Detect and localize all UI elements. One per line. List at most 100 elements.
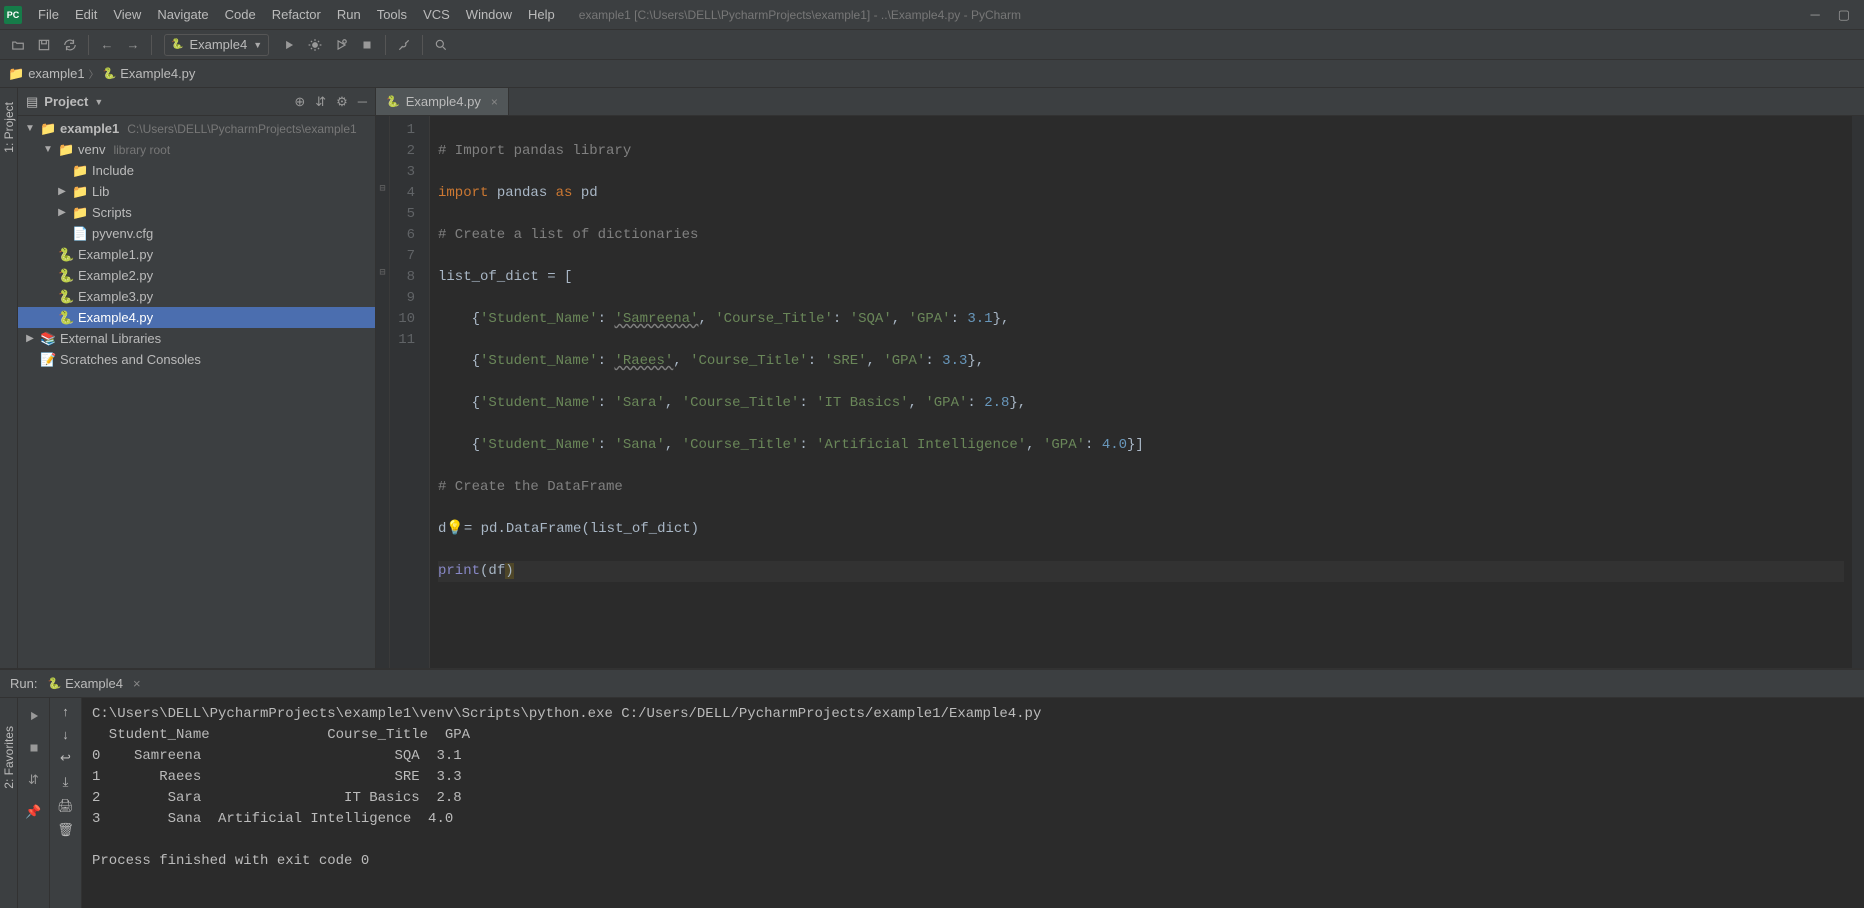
code-editor[interactable]: ⊟ ⊟ 1 2 3 4 5 6 7 8 9 10 11 # Import pan…: [376, 116, 1864, 668]
up-stack-button[interactable]: ↑: [62, 704, 69, 719]
main-area: 1: Project ▤ Project ▼ ⊕ ⇵ ⚙ ─ ▼ 📁 examp…: [0, 88, 1864, 668]
locate-button[interactable]: ⊕: [294, 94, 305, 110]
stop-button[interactable]: [22, 736, 46, 760]
hide-button[interactable]: ─: [358, 94, 367, 110]
stop-button[interactable]: [355, 33, 379, 57]
chevron-down-icon[interactable]: ▼: [94, 97, 103, 107]
menu-window[interactable]: Window: [458, 3, 520, 26]
python-icon: 🐍: [171, 39, 183, 50]
editor-column: 🐍 Example4.py × ⊟ ⊟ 1 2 3 4 5 6 7 8: [376, 88, 1864, 668]
editor-tabs: 🐍 Example4.py ×: [376, 88, 1864, 116]
fold-toggle-icon[interactable]: ⊟: [376, 179, 389, 200]
run-configuration-selector[interactable]: 🐍 Example4 ▼: [164, 34, 269, 56]
maximize-button[interactable]: ▢: [1838, 7, 1850, 23]
project-tree[interactable]: ▼ 📁 example1 C:\Users\DELL\PycharmProjec…: [18, 116, 375, 668]
settings-gear-icon[interactable]: ⚙: [336, 94, 348, 110]
project-panel-title: Project: [44, 94, 88, 109]
project-panel-header: ▤ Project ▼ ⊕ ⇵ ⚙ ─: [18, 88, 375, 116]
project-tool-tab[interactable]: 1: Project: [2, 94, 16, 161]
console-output[interactable]: C:\Users\DELL\PycharmProjects\example1\v…: [82, 698, 1864, 908]
line-number-gutter: 1 2 3 4 5 6 7 8 9 10 11: [390, 116, 430, 668]
python-file-icon: 🐍: [58, 268, 74, 284]
run-button[interactable]: [277, 33, 301, 57]
tree-include[interactable]: ▶ 📁 Include: [18, 160, 375, 181]
run-config-tab[interactable]: 🐍 Example4 ×: [47, 676, 140, 691]
run-panel: Run: 🐍 Example4 × 2: Favorites ⇵ 📌 ↑ ↓ ↩…: [0, 668, 1864, 908]
pin-button[interactable]: 📌: [22, 800, 46, 824]
soft-wrap-button[interactable]: ↩: [60, 750, 71, 766]
menu-help[interactable]: Help: [520, 3, 563, 26]
python-file-icon: 🐍: [386, 95, 400, 108]
file-icon: 📄: [72, 226, 88, 242]
save-all-button[interactable]: [32, 33, 56, 57]
tree-external-libraries[interactable]: ▶ 📚 External Libraries: [18, 328, 375, 349]
tree-example4[interactable]: ▶ 🐍 Example4.py: [18, 307, 375, 328]
intention-bulb-icon[interactable]: 💡: [446, 521, 463, 537]
library-icon: 📚: [40, 331, 56, 347]
menu-vcs[interactable]: VCS: [415, 3, 458, 26]
tree-root[interactable]: ▼ 📁 example1 C:\Users\DELL\PycharmProjec…: [18, 118, 375, 139]
close-tab-button[interactable]: ×: [491, 95, 498, 109]
menu-edit[interactable]: Edit: [67, 3, 105, 26]
search-everywhere-button[interactable]: [429, 33, 453, 57]
tree-example3[interactable]: ▶ 🐍 Example3.py: [18, 286, 375, 307]
folder-icon: 📁: [8, 66, 24, 82]
menu-refactor[interactable]: Refactor: [264, 3, 329, 26]
debug-button[interactable]: [303, 33, 327, 57]
tree-scripts[interactable]: ▶ 📁 Scripts: [18, 202, 375, 223]
scroll-to-end-button[interactable]: ⤓: [63, 774, 69, 790]
menu-view[interactable]: View: [105, 3, 149, 26]
folder-icon: 📁: [72, 163, 88, 179]
menu-tools[interactable]: Tools: [369, 3, 415, 26]
menu-run[interactable]: Run: [329, 3, 369, 26]
run-panel-header: Run: 🐍 Example4 ×: [0, 670, 1864, 698]
tree-lib[interactable]: ▶ 📁 Lib: [18, 181, 375, 202]
code-content[interactable]: # Import pandas library import pandas as…: [430, 116, 1852, 668]
close-run-tab-button[interactable]: ×: [133, 676, 141, 691]
print-button[interactable]: 🖨: [57, 798, 74, 814]
folder-icon: 📁: [58, 142, 74, 158]
rerun-button[interactable]: [22, 704, 46, 728]
nav-forward-button[interactable]: →: [121, 33, 145, 57]
favorites-tool-tab[interactable]: 2: Favorites: [2, 718, 16, 797]
folder-icon: 📁: [40, 121, 56, 137]
menu-code[interactable]: Code: [217, 3, 264, 26]
tree-venv[interactable]: ▼ 📁 venv library root: [18, 139, 375, 160]
project-view-icon: ▤: [26, 94, 38, 110]
left-tool-gutter: 1: Project: [0, 88, 18, 668]
fold-gutter[interactable]: ⊟ ⊟: [376, 116, 390, 668]
python-file-icon: 🐍: [58, 247, 74, 263]
run-panel-body: 2: Favorites ⇵ 📌 ↑ ↓ ↩ ⤓ 🖨 🗑 C:\Users\DE…: [0, 698, 1864, 908]
tree-example2[interactable]: ▶ 🐍 Example2.py: [18, 265, 375, 286]
coverage-button[interactable]: [329, 33, 353, 57]
tree-scratches[interactable]: ▶ 📝 Scratches and Consoles: [18, 349, 375, 370]
tree-example1[interactable]: ▶ 🐍 Example1.py: [18, 244, 375, 265]
navigation-bar: 📁 example1 〉 🐍 Example4.py: [0, 60, 1864, 88]
sync-button[interactable]: [58, 33, 82, 57]
menu-navigate[interactable]: Navigate: [149, 3, 216, 26]
clear-all-button[interactable]: 🗑: [57, 822, 74, 838]
down-stack-button[interactable]: ↓: [62, 727, 69, 742]
python-file-icon: 🐍: [58, 310, 74, 326]
editor-overview-ruler[interactable]: [1852, 116, 1864, 668]
fold-end-icon[interactable]: ⊟: [376, 263, 389, 284]
python-file-icon: 🐍: [58, 289, 74, 305]
tree-pyvenv[interactable]: ▶ 📄 pyvenv.cfg: [18, 223, 375, 244]
minimize-button[interactable]: ─: [1810, 7, 1819, 23]
editor-tab-example4[interactable]: 🐍 Example4.py ×: [376, 88, 509, 115]
window-controls: ─ ▢: [1810, 7, 1860, 23]
run-toolbar-secondary: ↑ ↓ ↩ ⤓ 🖨 🗑: [50, 698, 82, 908]
breadcrumb-file[interactable]: 🐍 Example4.py: [103, 66, 196, 81]
project-panel: ▤ Project ▼ ⊕ ⇵ ⚙ ─ ▼ 📁 example1 C:\User…: [18, 88, 376, 668]
settings-button[interactable]: [392, 33, 416, 57]
breadcrumb-project[interactable]: 📁 example1: [8, 66, 85, 82]
menu-file[interactable]: File: [30, 3, 67, 26]
main-toolbar: ← → 🐍 Example4 ▼: [0, 30, 1864, 60]
scratch-icon: 📝: [40, 352, 56, 368]
open-button[interactable]: [6, 33, 30, 57]
collapse-all-button[interactable]: ⇵: [315, 94, 326, 110]
run-toolbar-primary: ⇵ 📌: [18, 698, 50, 908]
chevron-right-icon: 〉: [89, 66, 99, 81]
nav-back-button[interactable]: ←: [95, 33, 119, 57]
layout-button[interactable]: ⇵: [22, 768, 46, 792]
